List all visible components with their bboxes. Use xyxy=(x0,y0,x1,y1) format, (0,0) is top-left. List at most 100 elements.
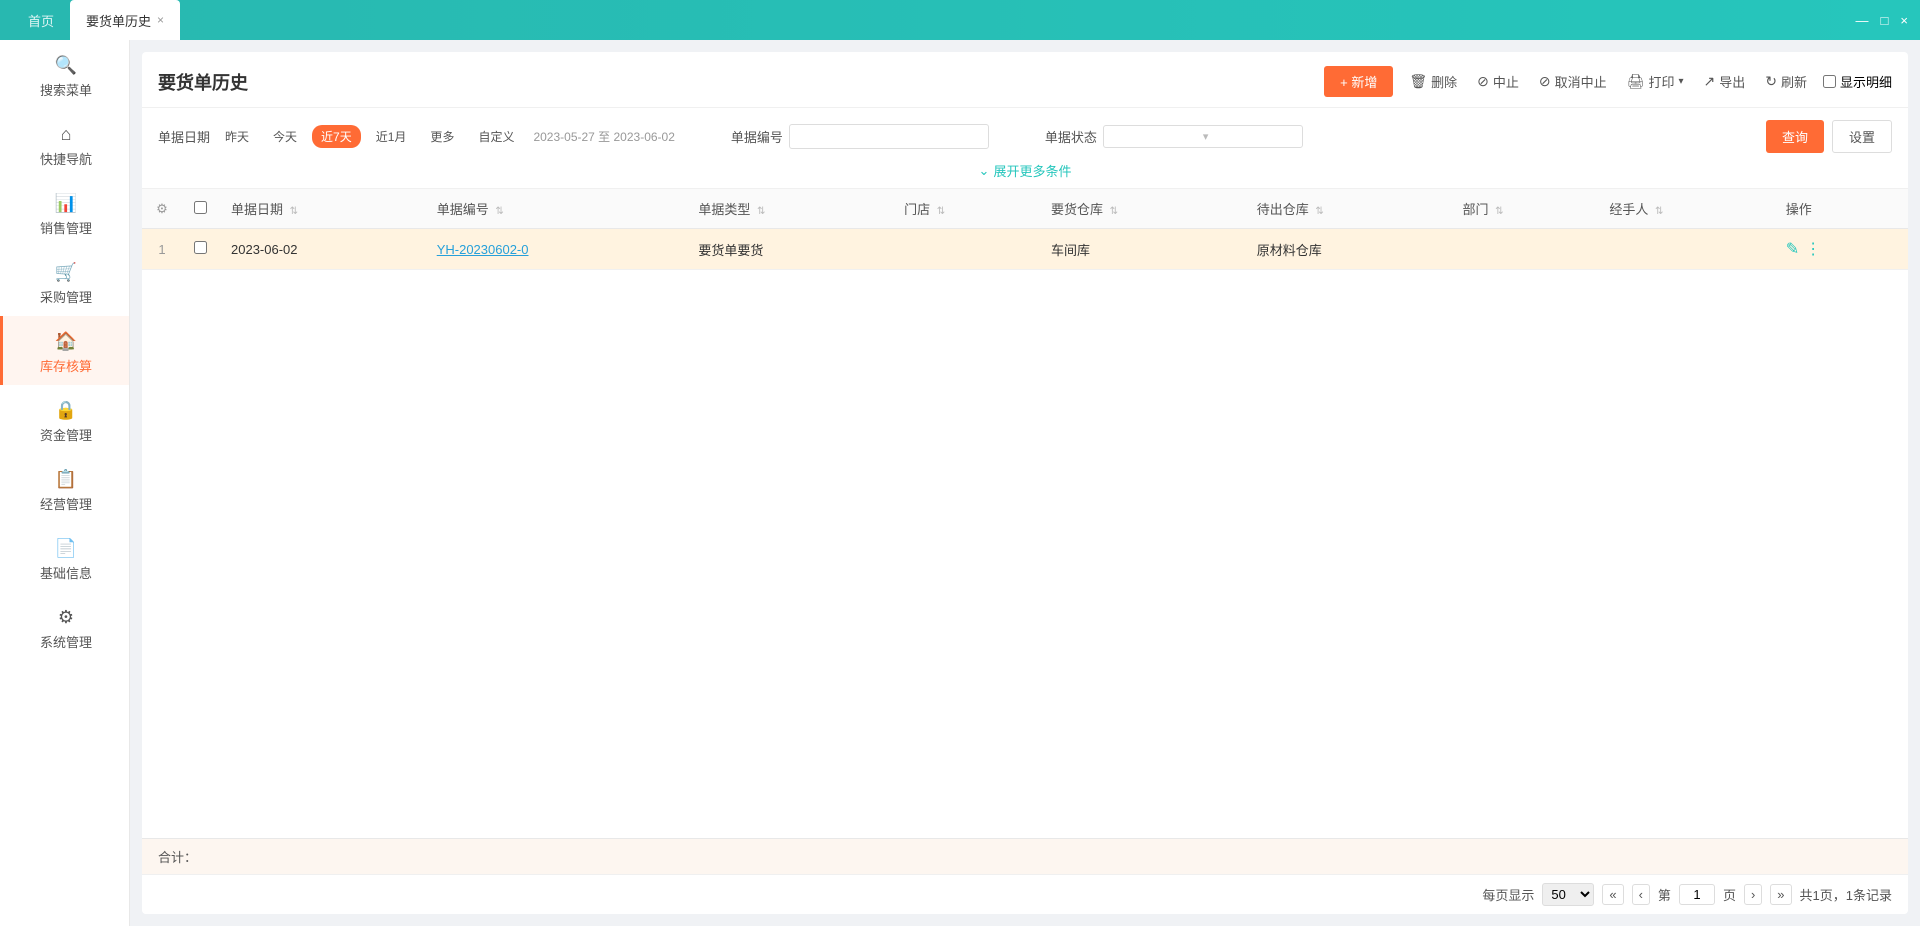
refresh-button[interactable]: ↻ 刷新 xyxy=(1761,70,1811,93)
settings-button[interactable]: 设置 xyxy=(1832,120,1892,153)
page-title: 要货单历史 xyxy=(158,69,248,95)
sort-handler-icon[interactable]: ⇅ xyxy=(1655,206,1663,217)
sort-req-warehouse-icon[interactable]: ⇅ xyxy=(1110,206,1118,217)
sort-order-type-icon[interactable]: ⇅ xyxy=(757,206,765,217)
sidebar-label-basic-info: 基础信息 xyxy=(40,563,92,582)
date-btn-1month[interactable]: 近1月 xyxy=(367,125,416,148)
delete-button[interactable]: 🗑 删除 xyxy=(1405,70,1461,93)
date-filter-label: 单据日期 xyxy=(158,127,210,146)
col-settings[interactable]: ⚙ xyxy=(142,189,182,229)
row-more-icon[interactable]: ⋮ xyxy=(1805,239,1821,259)
cancel-stop-button[interactable]: ⊘ 取消中止 xyxy=(1535,70,1611,93)
sidebar-item-system-mgmt[interactable]: ⚙ 系统管理 xyxy=(0,592,129,661)
tab-active[interactable]: 要货单历史 × xyxy=(70,0,180,40)
tab-home[interactable]: 首页 xyxy=(12,0,70,40)
filter-area: 单据日期 昨天 今天 近7天 近1月 更多 自定义 2023-05-27 至 2… xyxy=(142,108,1908,189)
sort-store-icon[interactable]: ⇅ xyxy=(937,206,945,217)
sort-pending-warehouse-icon[interactable]: ⇅ xyxy=(1315,206,1323,217)
sidebar-item-basic-info[interactable]: 📄 基础信息 xyxy=(0,523,129,592)
sidebar-item-search-menu[interactable]: 🔍 搜索菜单 xyxy=(0,40,129,109)
sidebar-item-quick-nav[interactable]: ⌂ 快捷导航 xyxy=(0,109,129,178)
page-label: 页 xyxy=(1723,885,1736,904)
row-handler xyxy=(1597,229,1773,270)
page-size-select[interactable]: 50 10 20 100 xyxy=(1542,883,1594,906)
col-department: 部门 ⇅ xyxy=(1450,189,1597,229)
close-window-icon[interactable]: × xyxy=(1900,13,1908,28)
row-actions: ✎ ⋮ xyxy=(1774,229,1908,270)
display-detail-checkbox[interactable] xyxy=(1823,75,1836,88)
date-buttons: 昨天 今天 近7天 近1月 更多 自定义 xyxy=(216,125,523,148)
row-date: 2023-06-02 xyxy=(219,229,425,270)
sidebar-label-finance: 资金管理 xyxy=(40,425,92,444)
sidebar-item-sales-mgmt[interactable]: 📊 销售管理 xyxy=(0,178,129,247)
content-area: 要货单历史 + 新增 🗑 删除 ⊘ 中止 ⊘ 取消中止 xyxy=(130,40,1920,926)
status-select[interactable]: ▾ xyxy=(1103,125,1303,148)
page-input[interactable] xyxy=(1679,884,1715,905)
row-req-warehouse: 车间库 xyxy=(1039,229,1245,270)
print-button[interactable]: 🖨 打印 ▾ xyxy=(1623,70,1688,93)
date-btn-today[interactable]: 今天 xyxy=(264,125,306,148)
purchase-icon: 🛒 xyxy=(55,261,77,283)
date-filter-group: 单据日期 昨天 今天 近7天 近1月 更多 自定义 2023-05-27 至 2… xyxy=(158,125,675,148)
query-button[interactable]: 查询 xyxy=(1766,120,1824,153)
last-page-btn[interactable]: » xyxy=(1770,884,1791,905)
status-label: 单据状态 xyxy=(1045,127,1097,146)
stop-button[interactable]: ⊘ 中止 xyxy=(1473,70,1523,93)
sidebar-item-finance-mgmt[interactable]: 🔒 资金管理 xyxy=(0,385,129,454)
date-btn-7days[interactable]: 近7天 xyxy=(312,125,361,148)
quick-nav-icon: ⌂ xyxy=(55,123,77,145)
col-action: 操作 xyxy=(1774,189,1908,229)
operations-icon: 📋 xyxy=(55,468,77,490)
window-controls: — □ × xyxy=(1856,13,1908,28)
export-button[interactable]: ↗ 导出 xyxy=(1699,70,1749,93)
order-no-filter-group: 单据编号 xyxy=(731,124,989,149)
row-department xyxy=(1450,229,1597,270)
sidebar-item-operations-mgmt[interactable]: 📋 经营管理 xyxy=(0,454,129,523)
select-all-checkbox[interactable] xyxy=(194,201,207,214)
print-icon: 🖨 xyxy=(1627,73,1645,90)
date-range-text: 2023-05-27 至 2023-06-02 xyxy=(533,128,674,145)
sidebar-label-inventory: 库存核算 xyxy=(40,356,92,375)
sidebar-item-inventory[interactable]: 🏠 库存核算 xyxy=(0,316,129,385)
minimize-icon[interactable]: — xyxy=(1856,13,1869,28)
total-label: 合计： xyxy=(158,847,197,866)
maximize-icon[interactable]: □ xyxy=(1881,13,1889,28)
sidebar: 🔍 搜索菜单 ⌂ 快捷导航 📊 销售管理 🛒 采购管理 🏠 库存核算 🔒 资金管… xyxy=(0,40,130,926)
display-detail-toggle[interactable]: 显示明细 xyxy=(1823,72,1892,91)
col-pending-warehouse: 待出仓库 ⇅ xyxy=(1245,189,1451,229)
expand-more-btn[interactable]: ⌄ 展开更多条件 xyxy=(158,161,1892,180)
first-page-btn[interactable]: « xyxy=(1602,884,1623,905)
col-date: 单据日期 ⇅ xyxy=(219,189,425,229)
row-checkbox-cell xyxy=(182,229,219,270)
print-dropdown-icon: ▾ xyxy=(1678,76,1683,87)
col-checkbox xyxy=(182,189,219,229)
sort-order-no-icon[interactable]: ⇅ xyxy=(495,206,503,217)
col-order-no: 单据编号 ⇅ xyxy=(425,189,687,229)
col-store: 门店 ⇅ xyxy=(892,189,1039,229)
sidebar-label-search-menu: 搜索菜单 xyxy=(40,80,92,99)
row-edit-icon[interactable]: ✎ xyxy=(1786,239,1799,259)
filter-action-buttons: 查询 设置 xyxy=(1766,120,1892,153)
date-btn-more[interactable]: 更多 xyxy=(421,125,463,148)
row-num: 1 xyxy=(142,229,182,270)
order-no-input[interactable] xyxy=(789,124,989,149)
sidebar-item-purchase-mgmt[interactable]: 🛒 采购管理 xyxy=(0,247,129,316)
prev-page-btn[interactable]: ‹ xyxy=(1632,884,1650,905)
date-btn-yesterday[interactable]: 昨天 xyxy=(216,125,258,148)
new-button[interactable]: + 新增 xyxy=(1324,66,1393,97)
refresh-icon: ↻ xyxy=(1765,73,1777,90)
delete-icon: 🗑 xyxy=(1409,73,1427,90)
sort-department-icon[interactable]: ⇅ xyxy=(1495,206,1503,217)
pagination: 每页显示 50 10 20 100 « ‹ 第 页 › » 共1页，1条记录 xyxy=(142,874,1908,914)
next-page-btn[interactable]: › xyxy=(1744,884,1762,905)
row-order-no-link[interactable]: YH-20230602-0 xyxy=(437,242,529,257)
tab-close-icon[interactable]: × xyxy=(157,13,164,27)
table-footer: 合计： xyxy=(142,838,1908,874)
row-checkbox[interactable] xyxy=(194,241,207,254)
sidebar-label-system: 系统管理 xyxy=(40,632,92,651)
date-btn-custom[interactable]: 自定义 xyxy=(469,125,523,148)
table-settings-icon[interactable]: ⚙ xyxy=(156,201,168,216)
sort-date-icon[interactable]: ⇅ xyxy=(290,206,298,217)
system-icon: ⚙ xyxy=(55,606,77,628)
row-order-type: 要货单要货 xyxy=(686,229,892,270)
